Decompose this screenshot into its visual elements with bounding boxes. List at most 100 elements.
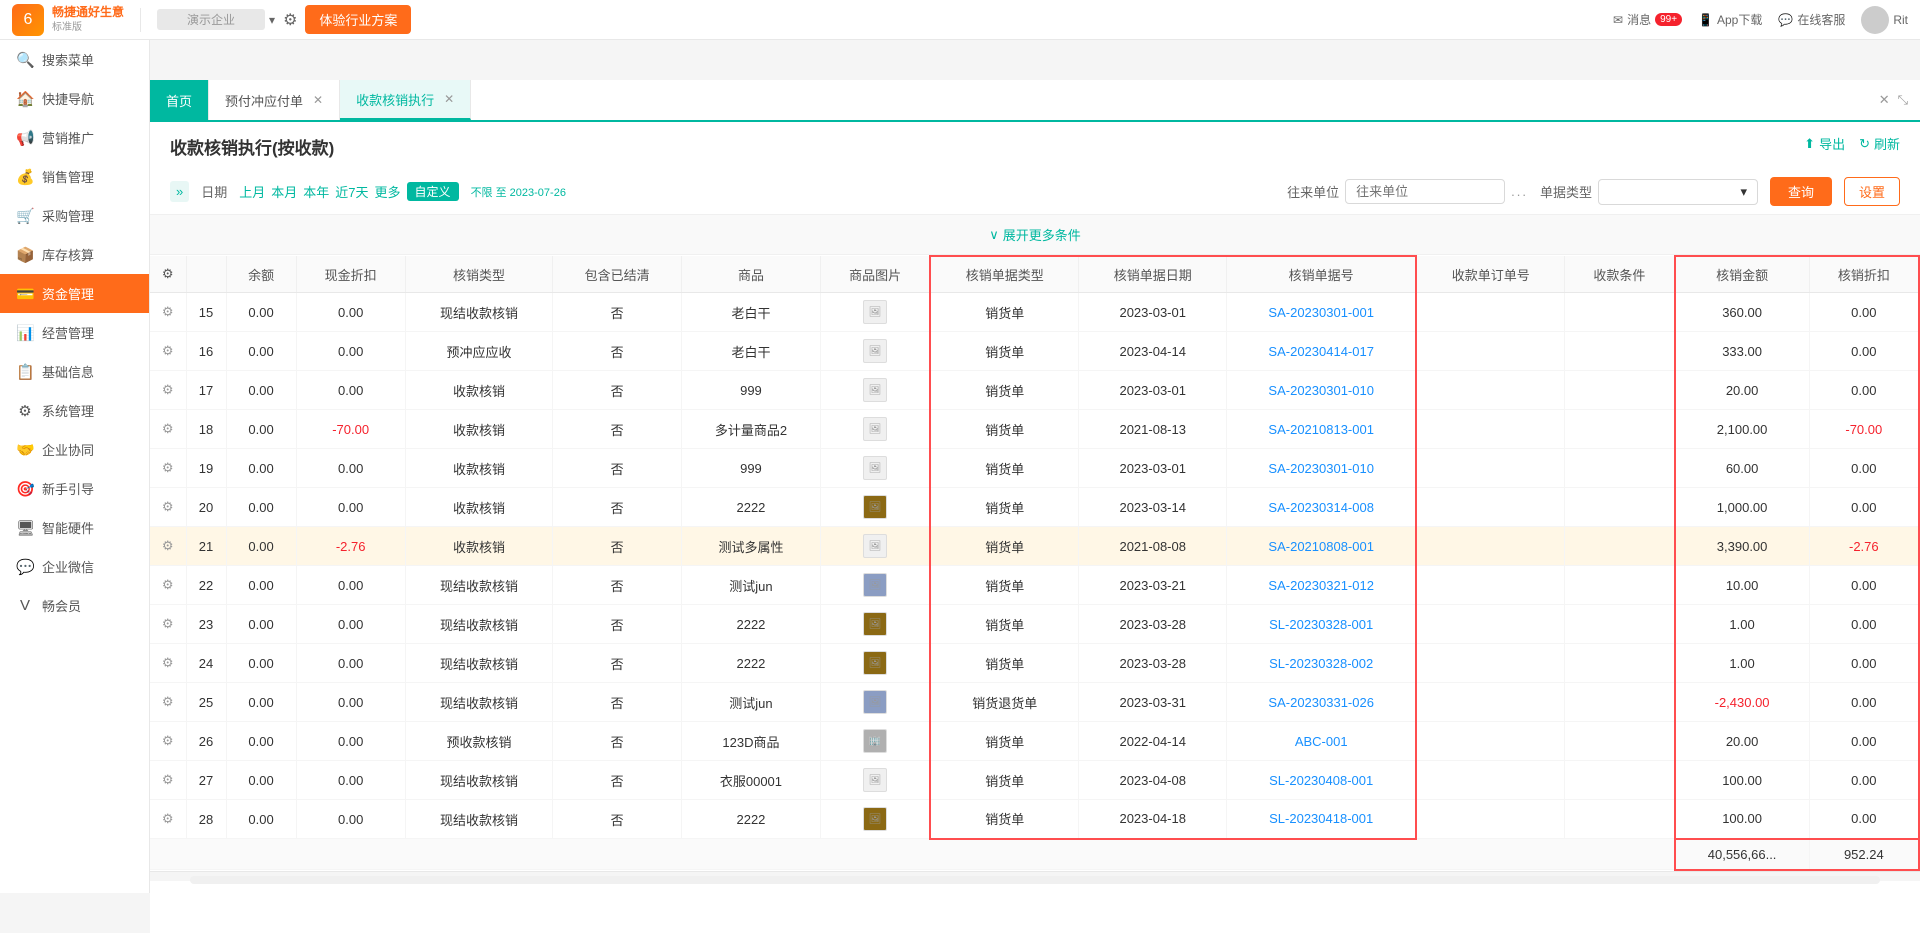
close-window-icon[interactable]: ✕ — [1879, 92, 1890, 108]
td-verify-amount: 333.00 — [1675, 332, 1810, 371]
td-verify-type: 收款核销 — [405, 371, 553, 410]
voucher-type-select[interactable]: ▾ — [1598, 179, 1758, 205]
sidebar-item-库存核算[interactable]: 📦库存核算 — [0, 235, 149, 274]
expand-left-button[interactable]: » — [170, 181, 189, 202]
bill-no-link-13[interactable]: SL-20230418-001 — [1269, 811, 1373, 826]
sidebar-item-智能硬件[interactable]: 🖥智能硬件 — [0, 508, 149, 547]
sidebar-item-基础信息[interactable]: 📋基础信息 — [0, 352, 149, 391]
td-balance: 0.00 — [226, 761, 296, 800]
this-year-link[interactable]: 本年 — [303, 182, 329, 201]
td-balance: 0.00 — [226, 410, 296, 449]
td-gear[interactable]: ⚙ — [150, 644, 186, 683]
sidebar-item-企业微信[interactable]: 💬企业微信 — [0, 547, 149, 586]
sidebar-item-经营管理[interactable]: 📊经营管理 — [0, 313, 149, 352]
td-seq: 18 — [186, 410, 226, 449]
bill-no-link-5[interactable]: SA-20230314-008 — [1268, 500, 1374, 515]
custom-date-button[interactable]: 自定义 — [407, 182, 459, 201]
td-gear[interactable]: ⚙ — [150, 761, 186, 800]
td-gear[interactable]: ⚙ — [150, 800, 186, 839]
td-verify-amount: 20.00 — [1675, 722, 1810, 761]
bill-no-link-6[interactable]: SA-20210808-001 — [1268, 539, 1374, 554]
table-row: ⚙ 18 0.00 -70.00 收款核销 否 多计量商品2 🖼 销货单 202… — [150, 410, 1919, 449]
sidebar-icon-1: 🏠 — [16, 90, 34, 108]
bill-no-link-12[interactable]: SL-20230408-001 — [1269, 773, 1373, 788]
td-gear[interactable]: ⚙ — [150, 293, 186, 332]
td-verify-discount: -2.76 — [1809, 527, 1919, 566]
bill-no-link-0[interactable]: SA-20230301-001 — [1268, 305, 1374, 320]
this-month-link[interactable]: 本月 — [271, 182, 297, 201]
last-month-link[interactable]: 上月 — [239, 182, 265, 201]
industry-solution-button[interactable]: 体验行业方案 — [305, 5, 411, 34]
sidebar-item-采购管理[interactable]: 🛒采购管理 — [0, 196, 149, 235]
tab-0[interactable]: 首页 — [150, 80, 209, 120]
td-verify-type: 现结收款核销 — [405, 566, 553, 605]
bill-no-link-7[interactable]: SA-20230321-012 — [1268, 578, 1374, 593]
user-profile[interactable]: Rit — [1861, 6, 1908, 34]
settings-button[interactable]: 设置 — [1844, 177, 1900, 206]
more-date-link[interactable]: 更多 — [375, 182, 401, 201]
company-selector[interactable]: 演示企业 ▾ — [157, 9, 275, 30]
tab-1[interactable]: 预付冲应付单✕ — [209, 80, 340, 120]
td-gear[interactable]: ⚙ — [150, 332, 186, 371]
maximize-icon[interactable]: ⤡ — [1898, 92, 1908, 108]
bill-no-link-1[interactable]: SA-20230414-017 — [1268, 344, 1374, 359]
last-7days-link[interactable]: 近7天 — [335, 182, 368, 201]
sidebar-item-畅会员[interactable]: V畅会员 — [0, 586, 149, 625]
td-gear[interactable]: ⚙ — [150, 527, 186, 566]
sidebar-item-销售管理[interactable]: 💰销售管理 — [0, 157, 149, 196]
sidebar-item-快捷导航[interactable]: 🏠快捷导航 — [0, 79, 149, 118]
sidebar-item-企业协同[interactable]: 🤝企业协同 — [0, 430, 149, 469]
expand-more-button[interactable]: ∨ 展开更多条件 — [150, 225, 1920, 244]
sidebar-item-新手引导[interactable]: 🎯新手引导 — [0, 469, 149, 508]
td-verify-bill-type: 销货单 — [930, 722, 1079, 761]
td-gear[interactable]: ⚙ — [150, 722, 186, 761]
td-gear[interactable]: ⚙ — [150, 488, 186, 527]
td-included-settled: 否 — [553, 722, 681, 761]
table-row: ⚙ 25 0.00 0.00 现结收款核销 否 测试jun 🖼 销货退货单 20… — [150, 683, 1919, 722]
bill-no-link-9[interactable]: SL-20230328-002 — [1269, 656, 1373, 671]
bill-no-link-2[interactable]: SA-20230301-010 — [1268, 383, 1374, 398]
td-gear[interactable]: ⚙ — [150, 605, 186, 644]
messages-button[interactable]: ✉ 消息 99+ — [1613, 11, 1682, 28]
td-receipt-order-no — [1416, 566, 1565, 605]
tab-close-2[interactable]: ✕ — [444, 92, 454, 106]
td-goods: 测试多属性 — [681, 527, 820, 566]
query-button[interactable]: 查询 — [1770, 177, 1832, 206]
td-gear[interactable]: ⚙ — [150, 683, 186, 722]
tab-2[interactable]: 收款核销执行✕ — [340, 80, 471, 120]
td-goods: 2222 — [681, 488, 820, 527]
td-goods: 123D商品 — [681, 722, 820, 761]
counterparty-input[interactable] — [1345, 179, 1505, 204]
tab-close-1[interactable]: ✕ — [313, 93, 323, 107]
td-verify-bill-date: 2023-03-31 — [1079, 683, 1227, 722]
td-gear[interactable]: ⚙ — [150, 566, 186, 605]
settings-gear-icon[interactable]: ⚙ — [283, 10, 297, 30]
goods-image-8: 🖼 — [863, 612, 887, 636]
app-download-button[interactable]: 📱 App下载 — [1698, 11, 1762, 28]
bill-no-link-3[interactable]: SA-20210813-001 — [1268, 422, 1374, 437]
sidebar-label-8: 基础信息 — [42, 362, 94, 381]
bill-no-link-8[interactable]: SL-20230328-001 — [1269, 617, 1373, 632]
bill-no-link-4[interactable]: SA-20230301-010 — [1268, 461, 1374, 476]
td-gear[interactable]: ⚙ — [150, 449, 186, 488]
th-gear[interactable]: ⚙ — [150, 256, 186, 293]
horizontal-scrollbar[interactable] — [190, 876, 1880, 884]
sidebar-item-资金管理[interactable]: 💳资金管理 — [0, 274, 149, 313]
td-cash-discount: 0.00 — [296, 722, 405, 761]
online-service-button[interactable]: 💬 在线客服 — [1778, 11, 1845, 28]
td-verify-bill-date: 2023-03-01 — [1079, 449, 1227, 488]
sidebar-item-搜索菜单[interactable]: 🔍搜索菜单 — [0, 40, 149, 79]
td-verify-bill-no: SA-20230301-010 — [1227, 449, 1417, 488]
sidebar-item-营销推广[interactable]: 📢营销推广 — [0, 118, 149, 157]
td-gear[interactable]: ⚙ — [150, 371, 186, 410]
td-receipt-condition — [1565, 449, 1675, 488]
refresh-button[interactable]: ↻ 刷新 — [1859, 134, 1900, 153]
more-options-dots[interactable]: ... — [1511, 184, 1528, 199]
td-cash-discount: 0.00 — [296, 800, 405, 839]
td-gear[interactable]: ⚙ — [150, 410, 186, 449]
sidebar-item-系统管理[interactable]: ⚙系统管理 — [0, 391, 149, 430]
export-button[interactable]: ⬆ 导出 — [1804, 134, 1845, 153]
bill-no-link-10[interactable]: SA-20230331-026 — [1268, 695, 1374, 710]
table-row: ⚙ 21 0.00 -2.76 收款核销 否 测试多属性 🖼 销货单 2021-… — [150, 527, 1919, 566]
bill-no-link-11[interactable]: ABC-001 — [1295, 734, 1348, 749]
